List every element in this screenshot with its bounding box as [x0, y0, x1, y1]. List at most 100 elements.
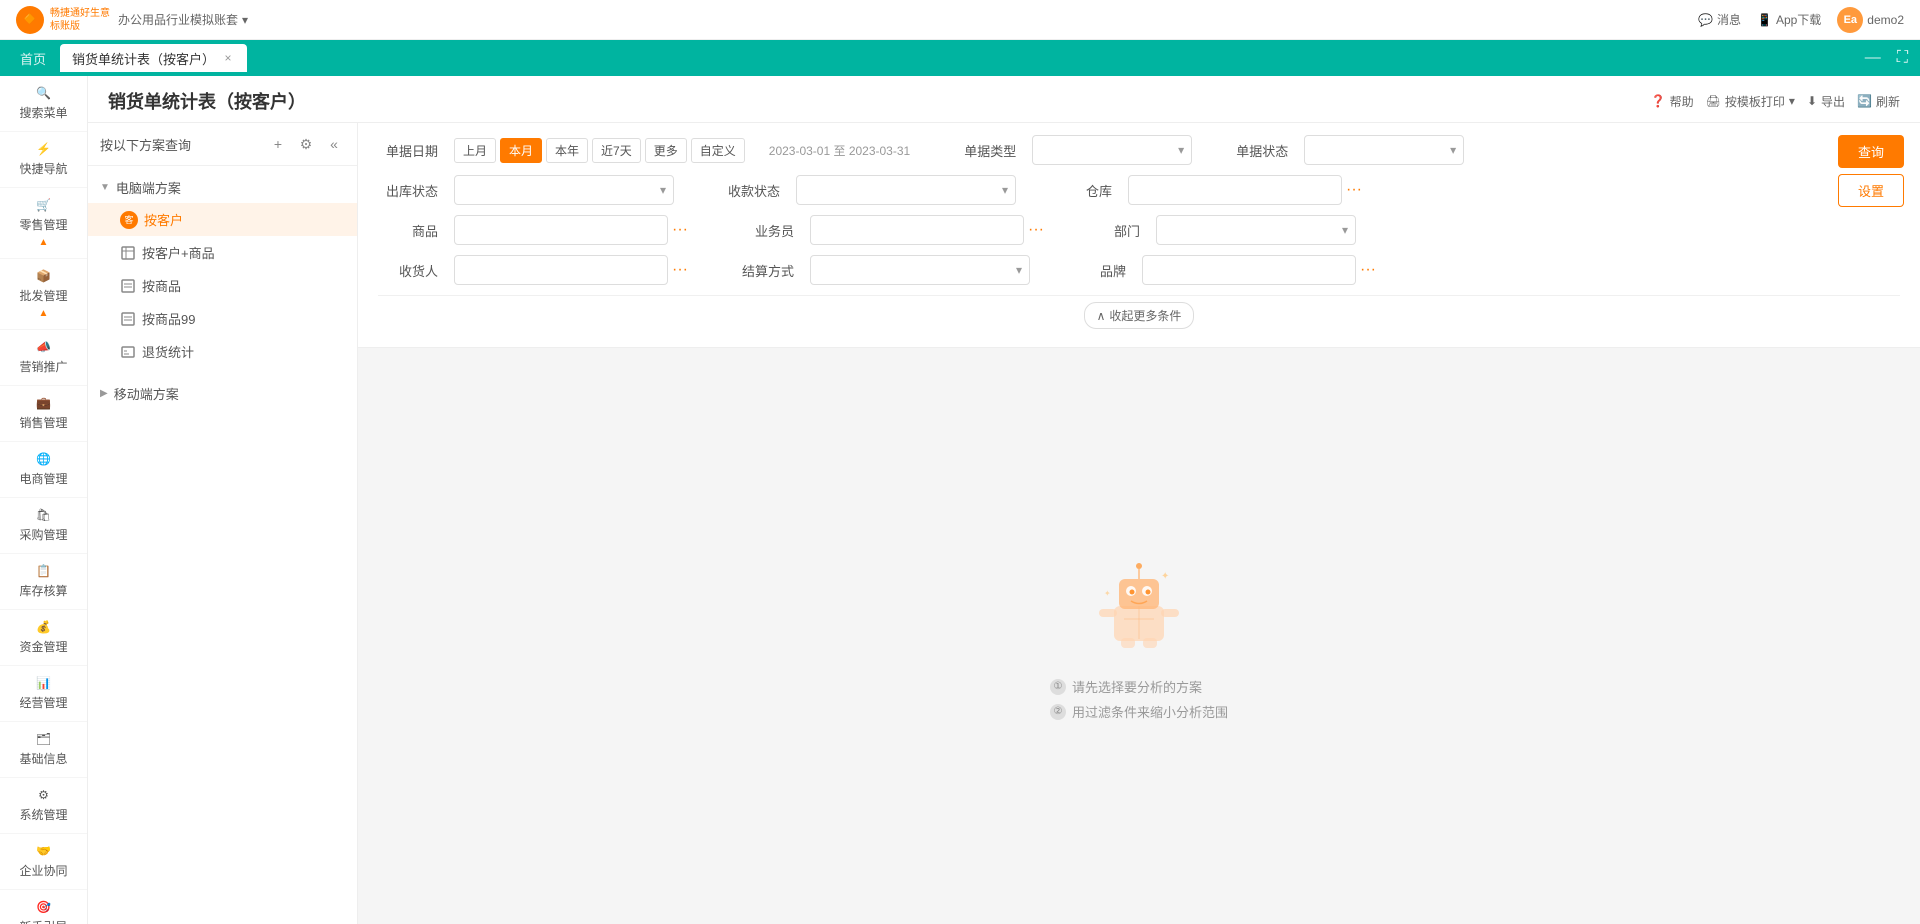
order-status-select[interactable]: [1304, 135, 1464, 165]
goods-dots[interactable]: ···: [672, 221, 688, 239]
date-btn-more[interactable]: 更多: [645, 138, 687, 163]
page-title: 销货单统计表（按客户）: [108, 88, 306, 114]
left-panel-actions: + ⚙ «: [267, 133, 345, 155]
department-select[interactable]: [1156, 215, 1356, 245]
desktop-scheme-header[interactable]: ▼ 电脑端方案: [88, 172, 357, 203]
arrow-up-icon: ▲: [39, 308, 49, 319]
user-profile[interactable]: Ea demo2: [1837, 7, 1904, 33]
logo-icon: 🔶: [16, 6, 44, 34]
home-tab[interactable]: 首页: [8, 44, 58, 72]
print-icon: 🖨: [1706, 94, 1721, 108]
content-area: 销货单统计表（按客户） ❓ 帮助 🖨 按模板打印 ▾ ⬇ 导出 🔄 刷新: [88, 76, 1920, 924]
home-tab-label: 首页: [20, 49, 46, 68]
help-button[interactable]: ❓ 帮助: [1651, 93, 1694, 110]
sidebar-item-wholesale[interactable]: 📦 批发管理 ▲: [0, 259, 87, 330]
receiver-input[interactable]: [454, 255, 668, 285]
warehouse-input[interactable]: [1128, 175, 1342, 205]
scheme-customer-goods-label: 按客户+商品: [142, 243, 215, 262]
refresh-button[interactable]: 🔄 刷新: [1857, 93, 1900, 110]
out-status-select[interactable]: [454, 175, 674, 205]
sidebar-item-marketing[interactable]: 📣 营销推广: [0, 330, 87, 386]
sidebar-item-basic[interactable]: 🗂 基础信息: [0, 722, 87, 778]
sidebar-item-operation[interactable]: 📊 经营管理: [0, 666, 87, 722]
collapse-more-button[interactable]: ∧ 收起更多条件: [1084, 302, 1195, 329]
date-btn-this-month[interactable]: 本月: [500, 138, 542, 163]
sidebar-quick-nav[interactable]: ⚡ 快捷导航: [0, 132, 87, 188]
add-scheme-button[interactable]: +: [267, 133, 289, 155]
sidebar-item-ecommerce[interactable]: 🌐 电商管理: [0, 442, 87, 498]
tip-2-text: 用过滤条件来缩小分析范围: [1072, 702, 1228, 721]
brand-dots[interactable]: ···: [1360, 261, 1376, 279]
maximize-window-button[interactable]: ⛶: [1893, 45, 1912, 71]
goods-input[interactable]: [454, 215, 668, 245]
quick-nav-icon: ⚡: [36, 142, 51, 156]
collapse-panel-button[interactable]: «: [323, 133, 345, 155]
order-status-label: 单据状态: [1228, 141, 1288, 160]
out-status-select-wrapper: ▾: [454, 175, 674, 205]
sidebar-item-finance[interactable]: 💰 资金管理: [0, 610, 87, 666]
salesperson-input[interactable]: [810, 215, 1024, 245]
marketing-icon: 📣: [36, 340, 51, 354]
app-download-button[interactable]: 📱 App下载: [1757, 11, 1821, 28]
receipt-status-label: 收款状态: [720, 181, 780, 200]
message-button[interactable]: 💬 消息: [1698, 11, 1741, 28]
nav-tabs: 首页 销货单统计表（按客户） × — ⛶: [0, 40, 1920, 76]
scheme-settings-button[interactable]: ⚙: [295, 133, 317, 155]
date-btn-custom[interactable]: 自定义: [691, 138, 745, 163]
export-button[interactable]: ⬇ 导出: [1807, 93, 1845, 110]
minimize-window-button[interactable]: —: [1861, 45, 1885, 71]
scheme-item-by-goods[interactable]: 按商品: [88, 269, 357, 302]
mobile-scheme-header[interactable]: ▶ 移动端方案: [88, 378, 357, 409]
date-label: 单据日期: [378, 141, 438, 160]
close-tab-button[interactable]: ×: [221, 51, 235, 65]
date-btn-this-year[interactable]: 本年: [546, 138, 588, 163]
left-panel-title: 按以下方案查询: [100, 135, 191, 154]
operation-icon: 📊: [36, 676, 51, 690]
sidebar-item-system[interactable]: ⚙ 系统管理: [0, 778, 87, 834]
sidebar-item-inventory[interactable]: 📋 库存核算: [0, 554, 87, 610]
app-name-dropdown[interactable]: 办公用品行业模拟账套 ▾: [118, 11, 248, 28]
receipt-status-select-wrapper: ▾: [796, 175, 1016, 205]
empty-state: ✦ ✦ ① 请先选择要分析的方案 ② 用过滤条件来缩小分析范围: [1050, 551, 1228, 721]
brand-input[interactable]: [1142, 255, 1356, 285]
active-tab[interactable]: 销货单统计表（按客户） ×: [60, 44, 247, 72]
main-layout: 🔍 搜索菜单 ⚡ 快捷导航 🛒 零售管理 ▲ 📦 批发管理 ▲ 📣 营销推广 💼…: [0, 76, 1920, 924]
sidebar-item-purchase[interactable]: 🛍 采购管理: [0, 498, 87, 554]
date-btn-7days[interactable]: 近7天: [592, 138, 641, 163]
sidebar-item-retail[interactable]: 🛒 零售管理 ▲: [0, 188, 87, 259]
settlement-select[interactable]: [810, 255, 1030, 285]
receipt-status-select[interactable]: [796, 175, 1016, 205]
scheme-item-by-customer[interactable]: 客 按客户: [88, 203, 357, 236]
settings-button[interactable]: 设置: [1838, 174, 1904, 207]
scheme-return-stat-label: 退货统计: [142, 342, 194, 361]
sidebar-item-enterprise[interactable]: 🤝 企业协同: [0, 834, 87, 890]
scheme-item-goods-99[interactable]: 按商品99: [88, 302, 357, 335]
sidebar-inventory-label: 库存核算: [19, 582, 67, 599]
date-btn-last-month[interactable]: 上月: [454, 138, 496, 163]
date-range-text: 2023-03-01 至 2023-03-31: [769, 142, 910, 159]
receiver-dots[interactable]: ···: [672, 261, 688, 279]
salesperson-dots[interactable]: ···: [1028, 221, 1044, 239]
refresh-label: 刷新: [1876, 93, 1900, 110]
print-button[interactable]: 🖨 按模板打印 ▾: [1706, 93, 1795, 110]
order-type-select[interactable]: [1032, 135, 1192, 165]
scheme-item-return-stat[interactable]: 退货统计: [88, 335, 357, 368]
collapse-label: 收起更多条件: [1109, 307, 1181, 324]
scheme-item-customer-goods[interactable]: 按客户+商品: [88, 236, 357, 269]
sidebar-search[interactable]: 🔍 搜索菜单: [0, 76, 87, 132]
department-select-wrapper: ▾: [1156, 215, 1356, 245]
tip-1-text: 请先选择要分析的方案: [1072, 677, 1202, 696]
sales-icon: 💼: [36, 396, 51, 410]
sidebar-item-newbie[interactable]: 🎯 新手引导: [0, 890, 87, 924]
customer-scheme-icon: 客: [120, 211, 138, 229]
purchase-icon: 🛍: [36, 508, 51, 522]
goods-input-wrapper: ···: [454, 215, 688, 245]
sidebar-newbie-label: 新手引导: [19, 918, 67, 924]
warehouse-dots[interactable]: ···: [1346, 181, 1362, 199]
settlement-select-wrapper: ▾: [810, 255, 1030, 285]
svg-text:✦: ✦: [1161, 571, 1169, 582]
inventory-icon: 📋: [36, 564, 51, 578]
query-button[interactable]: 查询: [1838, 135, 1904, 168]
system-icon: ⚙: [38, 788, 49, 802]
sidebar-item-sales[interactable]: 💼 销售管理: [0, 386, 87, 442]
